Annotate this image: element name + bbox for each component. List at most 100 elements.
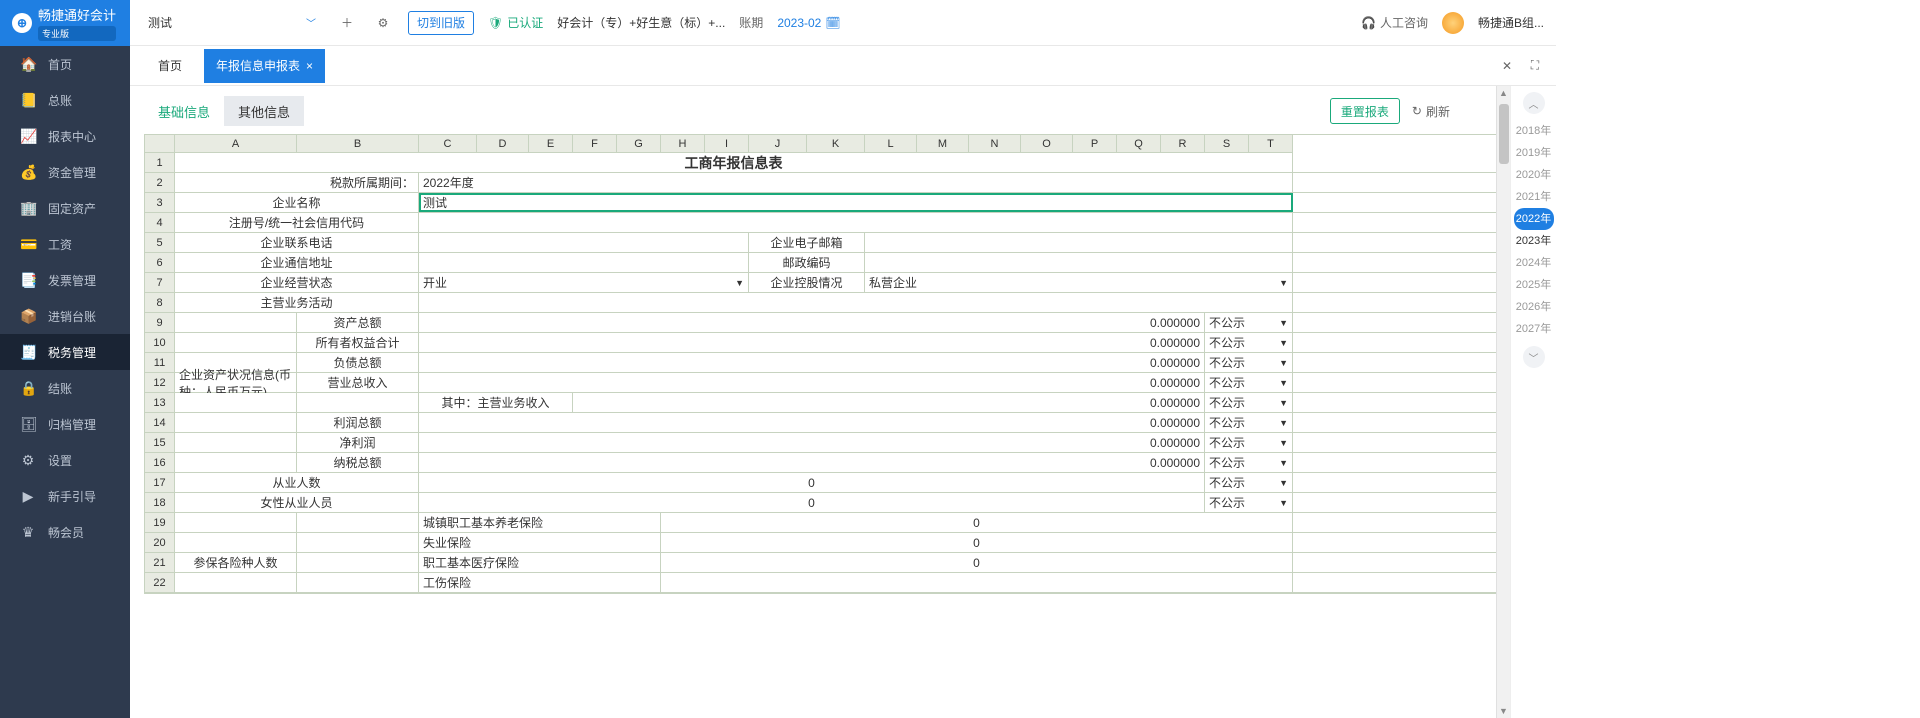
dropdown-cell[interactable]: 不公示▼: [1205, 473, 1293, 492]
col-header[interactable]: M: [917, 135, 969, 153]
cell[interactable]: 负债总额: [297, 353, 419, 372]
human-cs-button[interactable]: 🎧 人工咨询: [1361, 14, 1428, 31]
dropdown-cell[interactable]: 不公示▼: [1205, 373, 1293, 392]
row-header[interactable]: 18: [145, 493, 175, 513]
sidebar-item-11[interactable]: ⚙设置: [0, 442, 130, 478]
cell[interactable]: [419, 253, 749, 272]
row-header[interactable]: 6: [145, 253, 175, 273]
cell[interactable]: 0.000000: [419, 433, 1205, 452]
cell[interactable]: 工商年报信息表: [175, 153, 1293, 172]
cell[interactable]: [175, 413, 297, 432]
subtab-basic[interactable]: 基础信息: [144, 96, 224, 126]
sidebar-item-0[interactable]: 🏠首页: [0, 46, 130, 82]
cell[interactable]: 邮政编码: [749, 253, 865, 272]
row-header[interactable]: 4: [145, 213, 175, 233]
cell[interactable]: [865, 233, 1293, 252]
cell[interactable]: 0: [661, 553, 1293, 572]
col-header[interactable]: G: [617, 135, 661, 153]
dropdown-cell[interactable]: 开业▼: [419, 273, 749, 292]
year-item[interactable]: 2022年: [1514, 208, 1554, 230]
row-header[interactable]: 1: [145, 153, 175, 173]
cell[interactable]: 女性从业人员: [175, 493, 419, 512]
sidebar-item-8[interactable]: 🧾税务管理: [0, 334, 130, 370]
cell[interactable]: 0: [419, 493, 1205, 512]
year-down-button[interactable]: ﹀: [1523, 346, 1545, 368]
cell[interactable]: [175, 513, 297, 532]
cell[interactable]: [297, 573, 419, 592]
col-header[interactable]: T: [1249, 135, 1293, 153]
cell[interactable]: [865, 253, 1293, 272]
col-header[interactable]: O: [1021, 135, 1073, 153]
cell[interactable]: [175, 573, 297, 592]
year-item[interactable]: 2023年: [1514, 230, 1554, 252]
cell[interactable]: 0: [661, 513, 1293, 532]
col-header[interactable]: J: [749, 135, 807, 153]
cell[interactable]: 营业总收入: [297, 373, 419, 392]
cell[interactable]: 2022年度: [419, 173, 1293, 192]
year-item[interactable]: 2025年: [1514, 274, 1554, 296]
dropdown-cell[interactable]: 不公示▼: [1205, 413, 1293, 432]
sidebar-item-3[interactable]: 💰资金管理: [0, 154, 130, 190]
row-header[interactable]: 9: [145, 313, 175, 333]
subtab-other[interactable]: 其他信息: [224, 96, 304, 126]
vertical-scrollbar[interactable]: ▲ ▼: [1496, 86, 1510, 718]
avatar[interactable]: [1442, 12, 1464, 34]
cell[interactable]: 城镇职工基本养老保险: [419, 513, 661, 532]
cell[interactable]: [175, 313, 297, 332]
sidebar-item-10[interactable]: 🗄归档管理: [0, 406, 130, 442]
cell[interactable]: [661, 573, 1293, 592]
year-item[interactable]: 2021年: [1514, 186, 1554, 208]
cell[interactable]: 利润总额: [297, 413, 419, 432]
cell[interactable]: 企业控股情况: [749, 273, 865, 292]
gear-icon[interactable]: ⚙: [372, 12, 394, 34]
cell[interactable]: 企业名称: [175, 193, 419, 212]
cell[interactable]: 0: [419, 473, 1205, 492]
year-item[interactable]: 2020年: [1514, 164, 1554, 186]
cell[interactable]: [175, 453, 297, 472]
cell[interactable]: 0.000000: [419, 333, 1205, 352]
cell[interactable]: 企业联系电话: [175, 233, 419, 252]
row-header[interactable]: 3: [145, 193, 175, 213]
sidebar-item-4[interactable]: 🏢固定资产: [0, 190, 130, 226]
cell[interactable]: 从业人数: [175, 473, 419, 492]
cell[interactable]: 0.000000: [419, 453, 1205, 472]
row-header[interactable]: 7: [145, 273, 175, 293]
year-item[interactable]: 2027年: [1514, 318, 1554, 340]
col-header[interactable]: K: [807, 135, 865, 153]
dropdown-cell[interactable]: 不公示▼: [1205, 393, 1293, 412]
row-header[interactable]: 20: [145, 533, 175, 553]
sidebar-item-9[interactable]: 🔒结账: [0, 370, 130, 406]
cell[interactable]: 企业经营状态: [175, 273, 419, 292]
col-header[interactable]: H: [661, 135, 705, 153]
cell[interactable]: 注册号/统一社会信用代码: [175, 213, 419, 232]
row-header[interactable]: 10: [145, 333, 175, 353]
sidebar-item-1[interactable]: 📒总账: [0, 82, 130, 118]
year-up-button[interactable]: ︿: [1523, 92, 1545, 114]
dropdown-cell[interactable]: 不公示▼: [1205, 313, 1293, 332]
cell[interactable]: [419, 213, 1293, 232]
row-header[interactable]: 19: [145, 513, 175, 533]
close-all-button[interactable]: ✕: [1496, 55, 1518, 77]
tab-home[interactable]: 首页: [146, 49, 194, 83]
cell[interactable]: 0.000000: [573, 393, 1205, 412]
reset-report-button[interactable]: 重置报表: [1330, 98, 1400, 124]
col-header[interactable]: A: [175, 135, 297, 153]
col-header[interactable]: I: [705, 135, 749, 153]
sidebar-item-7[interactable]: 📦进销台账: [0, 298, 130, 334]
col-header[interactable]: B: [297, 135, 419, 153]
col-header[interactable]: C: [419, 135, 477, 153]
row-header[interactable]: 13: [145, 393, 175, 413]
cell[interactable]: 0.000000: [419, 413, 1205, 432]
spreadsheet[interactable]: 12345678910111213141516171819202122 ABCD…: [144, 134, 1510, 594]
cell[interactable]: [297, 553, 419, 572]
cell[interactable]: 0.000000: [419, 353, 1205, 372]
cell[interactable]: 税款所属期间：: [175, 173, 419, 192]
add-button[interactable]: ＋: [336, 12, 358, 34]
cell[interactable]: 0.000000: [419, 313, 1205, 332]
cell[interactable]: [175, 533, 297, 552]
refresh-button[interactable]: ↻ 刷新: [1412, 103, 1450, 120]
cell[interactable]: 0: [661, 533, 1293, 552]
cell[interactable]: 职工基本医疗保险: [419, 553, 661, 572]
col-header[interactable]: Q: [1117, 135, 1161, 153]
cell[interactable]: 测试: [419, 193, 1293, 212]
